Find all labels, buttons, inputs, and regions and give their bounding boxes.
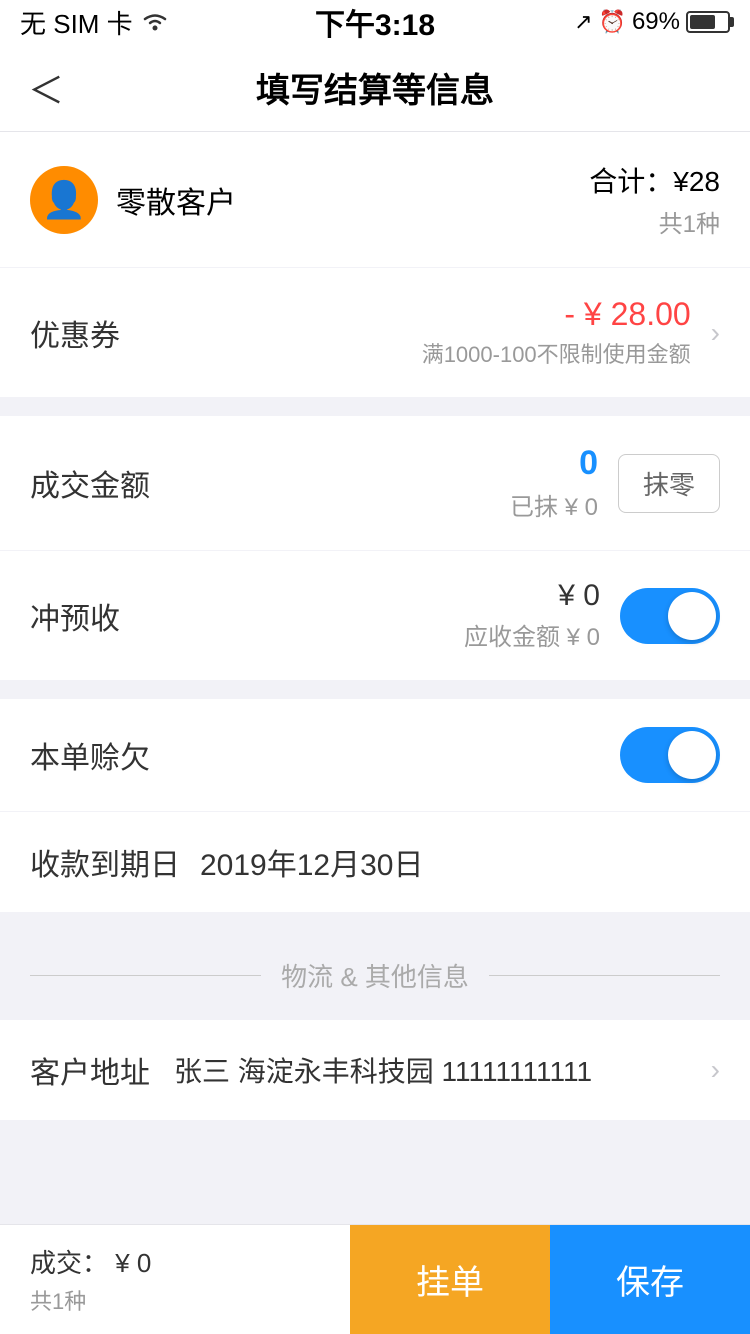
customer-name: 零散客户	[116, 178, 236, 222]
coupon-right-group: - ¥ 28.00 满1000-100不限制使用金额 ›	[422, 296, 720, 369]
prereceive-section: 冲预收 ¥ 0 应收金额 ¥ 0	[0, 551, 750, 681]
coupon-details: - ¥ 28.00 满1000-100不限制使用金额	[422, 296, 691, 369]
customer-section: 👤 零散客户 合计：¥28 共1种	[0, 132, 750, 268]
customer-left: 👤 零散客户	[30, 166, 236, 234]
prereceive-toggle[interactable]	[620, 588, 720, 644]
location-icon: ↗	[574, 9, 592, 35]
logistics-line-right	[489, 975, 720, 976]
duedate-section: 收款到期日 2019年12月30日	[0, 812, 750, 913]
avatar-icon: 👤	[42, 179, 87, 221]
wifi-icon	[141, 7, 169, 38]
coupon-desc: 满1000-100不限制使用金额	[422, 337, 691, 369]
customer-row: 👤 零散客户 合计：¥28 共1种	[0, 132, 750, 268]
address-value: 张三 海淀永丰科技园 11111111111	[174, 1050, 711, 1090]
amount-value-group: 0 已抹 ¥ 0	[510, 444, 598, 522]
prereceive-sub-amount: 应收金额 ¥ 0	[464, 617, 600, 652]
back-button[interactable]: ＜	[28, 62, 64, 114]
prereceive-row: 冲预收 ¥ 0 应收金额 ¥ 0	[30, 579, 720, 652]
bottom-count: 共1种	[30, 1284, 320, 1316]
amount-deducted: 已抹 ¥ 0	[510, 487, 598, 522]
nav-bar: ＜ 填写结算等信息	[0, 44, 750, 132]
transaction-amount-section: 成交金额 0 已抹 ¥ 0 抹零	[0, 416, 750, 551]
prereceive-main-amount: ¥ 0	[464, 579, 600, 613]
hold-button[interactable]: 挂单	[350, 1225, 550, 1334]
transaction-value: 0	[510, 444, 598, 483]
address-chevron-icon: ›	[711, 1054, 720, 1086]
battery-percent: 69%	[632, 8, 680, 36]
section-divider-3	[0, 913, 750, 931]
address-label: 客户地址	[30, 1048, 150, 1092]
amount-row: 成交金额 0 已抹 ¥ 0 抹零	[30, 444, 720, 522]
status-bar: 无 SIM 卡 下午3:18 ↗ ⏰ 69%	[0, 0, 750, 44]
section-divider-4	[0, 1121, 750, 1139]
duedate-label: 收款到期日	[30, 840, 180, 884]
duedate-value: 2019年12月30日	[200, 840, 423, 884]
address-section[interactable]: 客户地址 张三 海淀永丰科技园 11111111111 ›	[0, 1020, 750, 1121]
baddebt-label: 本单赊欠	[30, 733, 150, 777]
logistics-section: 物流 & 其他信息	[0, 931, 750, 1020]
status-time: 下午3:18	[315, 0, 435, 44]
baddebt-toggle-knob	[668, 731, 716, 779]
prereceive-right: ¥ 0 应收金额 ¥ 0	[464, 579, 720, 652]
status-left: 无 SIM 卡	[20, 4, 169, 41]
section-divider-1	[0, 398, 750, 416]
total-amount: 合计：¥28	[589, 160, 720, 200]
coupon-label: 优惠券	[30, 311, 120, 355]
alarm-icon: ⏰	[599, 9, 626, 35]
coupon-row[interactable]: 优惠券 - ¥ 28.00 满1000-100不限制使用金额 ›	[0, 268, 750, 398]
bottom-transaction-label: 成交： ¥ 0	[30, 1243, 320, 1280]
save-button[interactable]: 保存	[550, 1225, 750, 1334]
coupon-amount: - ¥ 28.00	[422, 296, 691, 333]
hold-button-label: 挂单	[416, 1255, 484, 1304]
total-count: 共1种	[589, 204, 720, 239]
avatar: 👤	[30, 166, 98, 234]
page-title: 填写结算等信息	[256, 63, 494, 112]
logistics-line-left	[30, 975, 261, 976]
battery-icon	[686, 11, 730, 33]
toggle-knob	[668, 592, 716, 640]
transaction-label: 成交金额	[30, 461, 150, 505]
section-divider-2	[0, 681, 750, 699]
save-button-label: 保存	[616, 1255, 684, 1304]
carrier-text: 无 SIM 卡	[20, 4, 133, 41]
transaction-right: 0 已抹 ¥ 0 抹零	[510, 444, 720, 522]
bottom-bar: 成交： ¥ 0 共1种 挂单 保存	[0, 1224, 750, 1334]
bottom-info: 成交： ¥ 0 共1种	[0, 1225, 350, 1334]
customer-right: 合计：¥28 共1种	[589, 160, 720, 239]
baddebt-section: 本单赊欠	[0, 699, 750, 812]
baddebt-toggle[interactable]	[620, 727, 720, 783]
round-zero-button[interactable]: 抹零	[618, 454, 720, 513]
status-right: ↗ ⏰ 69%	[574, 8, 730, 36]
prereceive-label: 冲预收	[30, 594, 120, 638]
chevron-right-icon: ›	[711, 317, 720, 349]
prereceive-amounts: ¥ 0 应收金额 ¥ 0	[464, 579, 600, 652]
logistics-text: 物流 & 其他信息	[281, 957, 469, 994]
